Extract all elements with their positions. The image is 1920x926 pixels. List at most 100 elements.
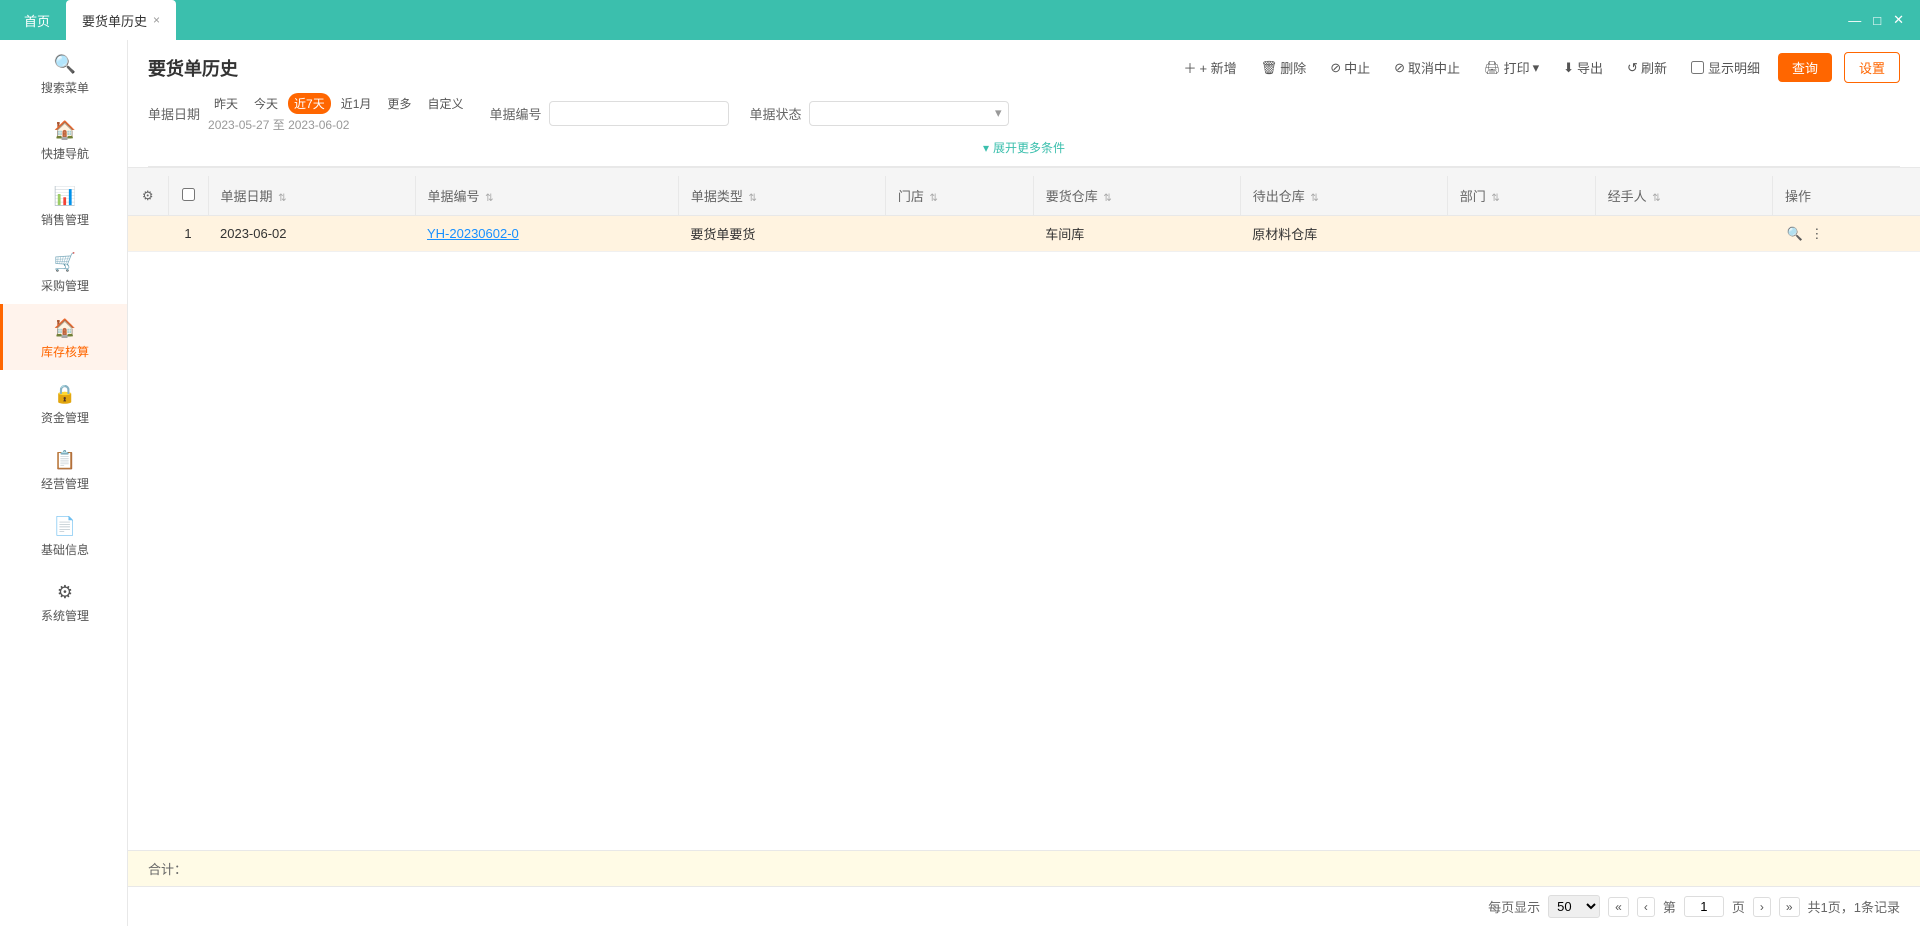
status-select-wrapper [809, 101, 1009, 126]
row-pending-warehouse: 原材料仓库 [1240, 216, 1447, 252]
prev-page-btn[interactable]: ‹ [1637, 897, 1655, 917]
delete-label: 删除 [1280, 58, 1306, 77]
doc-num-filter-group: 单据编号 [489, 101, 729, 126]
print-dropdown-icon: ▾ [1533, 60, 1540, 76]
display-detail-button[interactable]: 显示明细 [1685, 54, 1766, 81]
row-num: 1 [168, 216, 208, 252]
sidebar-item-basic-info[interactable]: 📄 基础信息 [0, 502, 127, 568]
row-pending-warehouse-text: 原材料仓库 [1252, 227, 1317, 242]
status-select[interactable] [809, 101, 1009, 126]
tab-close-icon[interactable]: × [153, 13, 160, 27]
sidebar-item-finance-mgmt[interactable]: 🔒 资金管理 [0, 370, 127, 436]
page-title-row: 要货单历史 ＋ + 新增 🗑 删除 ⊘ 中止 ⊘ [148, 52, 1900, 83]
date-range-text: 2023-05-27 至 2023-06-02 [208, 116, 469, 133]
main-layout: 🔍 搜索菜单 🏠 快捷导航 📊 销售管理 🛒 采购管理 🏠 库存核算 🔒 资金管… [0, 40, 1920, 926]
expand-more-btn[interactable]: ▾ 展开更多条件 [148, 133, 1900, 156]
date-filter-label: 单据日期 [148, 104, 200, 123]
next-page-btn[interactable]: › [1753, 897, 1771, 917]
col-checkbox [168, 176, 208, 216]
date-shortcut-1month[interactable]: 近1月 [335, 93, 378, 114]
date-shortcut-yesterday[interactable]: 昨天 [208, 93, 244, 114]
sort-doc-type-icon: ⇅ [748, 193, 756, 204]
display-detail-checkbox[interactable] [1691, 61, 1704, 74]
delete-button[interactable]: 🗑 删除 [1255, 54, 1313, 81]
col-pending-warehouse-label: 待出仓库 [1253, 189, 1305, 204]
col-settings[interactable]: ⚙ [128, 176, 168, 216]
sidebar-item-search-menu[interactable]: 🔍 搜索菜单 [0, 40, 127, 106]
col-store-label: 门店 [898, 189, 924, 204]
row-doc-type: 要货单要货 [678, 216, 885, 252]
col-pending-warehouse[interactable]: 待出仓库 ⇅ [1240, 176, 1447, 216]
new-label: + 新增 [1199, 58, 1236, 77]
row-doc-num: YH-20230602-0 [415, 216, 678, 252]
last-page-btn[interactable]: » [1779, 897, 1800, 917]
stop-button[interactable]: ⊘ 中止 [1324, 54, 1376, 81]
pagination-bar: 每页显示 20 50 100 200 « ‹ 第 页 › » 共1页，1条记录 [128, 886, 1920, 926]
sidebar-item-system-mgmt-label: 系统管理 [41, 607, 89, 624]
cancel-stop-button[interactable]: ⊘ 取消中止 [1388, 54, 1466, 81]
print-icon: 🖨 [1484, 60, 1501, 76]
close-icon[interactable]: ✕ [1893, 12, 1904, 28]
sidebar-item-system-mgmt[interactable]: ⚙ 系统管理 [0, 568, 127, 634]
sidebar-item-quick-nav[interactable]: 🏠 快捷导航 [0, 106, 127, 172]
col-store[interactable]: 门店 ⇅ [885, 176, 1033, 216]
sort-doc-date-icon: ⇅ [278, 193, 286, 204]
date-shortcut-today[interactable]: 今天 [248, 93, 284, 114]
col-handler[interactable]: 经手人 ⇅ [1595, 176, 1772, 216]
first-page-btn[interactable]: « [1608, 897, 1629, 917]
col-doc-date[interactable]: 单据日期 ⇅ [208, 176, 415, 216]
col-doc-date-label: 单据日期 [221, 189, 273, 204]
per-page-select[interactable]: 20 50 100 200 [1548, 895, 1600, 918]
sidebar-item-purchase-mgmt[interactable]: 🛒 采购管理 [0, 238, 127, 304]
export-button[interactable]: ⬇ 导出 [1557, 54, 1609, 81]
row-doc-date-text: 2023-06-02 [220, 226, 287, 241]
export-icon: ⬇ [1563, 60, 1574, 76]
print-label: 打印 [1504, 58, 1530, 77]
expand-more-label: 展开更多条件 [993, 139, 1065, 156]
filter-area: 单据日期 昨天 今天 近7天 近1月 更多 自定义 2023-05-27 至 2… [148, 93, 1900, 167]
row-more-icon[interactable]: ⋮ [1810, 226, 1823, 241]
toolbar: ＋ + 新增 🗑 删除 ⊘ 中止 ⊘ 取消中止 [1177, 52, 1900, 83]
print-button[interactable]: 🖨 打印 ▾ [1478, 54, 1545, 81]
col-dept[interactable]: 部门 ⇅ [1447, 176, 1595, 216]
sidebar-item-inventory[interactable]: 🏠 库存核算 [0, 304, 127, 370]
sidebar-item-sales-mgmt-label: 销售管理 [41, 211, 89, 228]
col-doc-num[interactable]: 单据编号 ⇅ [415, 176, 678, 216]
col-doc-type[interactable]: 单据类型 ⇅ [678, 176, 885, 216]
row-view-icon[interactable]: 🔍 [1787, 226, 1803, 241]
inventory-icon: 🏠 [54, 318, 76, 339]
refresh-button[interactable]: ↺ 刷新 [1621, 54, 1673, 81]
tab-home[interactable]: 首页 [8, 0, 66, 40]
date-shortcut-custom[interactable]: 自定义 [421, 93, 469, 114]
sidebar-item-finance-mgmt-label: 资金管理 [41, 409, 89, 426]
sidebar-item-sales-mgmt[interactable]: 📊 销售管理 [0, 172, 127, 238]
date-shortcut-more[interactable]: 更多 [381, 93, 417, 114]
maximize-icon[interactable]: □ [1873, 13, 1881, 28]
sort-pending-warehouse-icon: ⇅ [1310, 193, 1318, 204]
row-num-text: 1 [184, 226, 191, 241]
settings-button[interactable]: 设置 [1844, 52, 1900, 83]
sidebar-item-ops-mgmt[interactable]: 📋 经营管理 [0, 436, 127, 502]
window-controls: — □ ✕ [1848, 12, 1912, 28]
settings-label: 设置 [1859, 58, 1885, 77]
date-shortcut-7days[interactable]: 近7天 [288, 93, 331, 114]
minimize-icon[interactable]: — [1848, 13, 1861, 28]
doc-num-input[interactable] [549, 101, 729, 126]
page-label: 第 [1663, 897, 1676, 916]
top-bar: 首页 要货单历史 × — □ ✕ [0, 0, 1920, 40]
page-suffix: 页 [1732, 897, 1745, 916]
col-req-warehouse[interactable]: 要货仓库 ⇅ [1033, 176, 1240, 216]
page-title: 要货单历史 [148, 55, 238, 81]
select-all-checkbox[interactable] [182, 188, 195, 201]
page-num-input[interactable] [1684, 896, 1724, 917]
query-button[interactable]: 查询 [1778, 53, 1832, 82]
sales-mgmt-icon: 📊 [54, 186, 76, 207]
row-doc-num-link[interactable]: YH-20230602-0 [427, 226, 519, 241]
tab-requisition-history[interactable]: 要货单历史 × [66, 0, 176, 40]
col-action: 操作 [1773, 176, 1920, 216]
sidebar-item-quick-nav-label: 快捷导航 [41, 145, 89, 162]
row-settings [128, 216, 168, 252]
per-page-label: 每页显示 [1488, 897, 1540, 916]
cancel-stop-icon: ⊘ [1394, 60, 1405, 76]
new-button[interactable]: ＋ + 新增 [1177, 54, 1242, 81]
